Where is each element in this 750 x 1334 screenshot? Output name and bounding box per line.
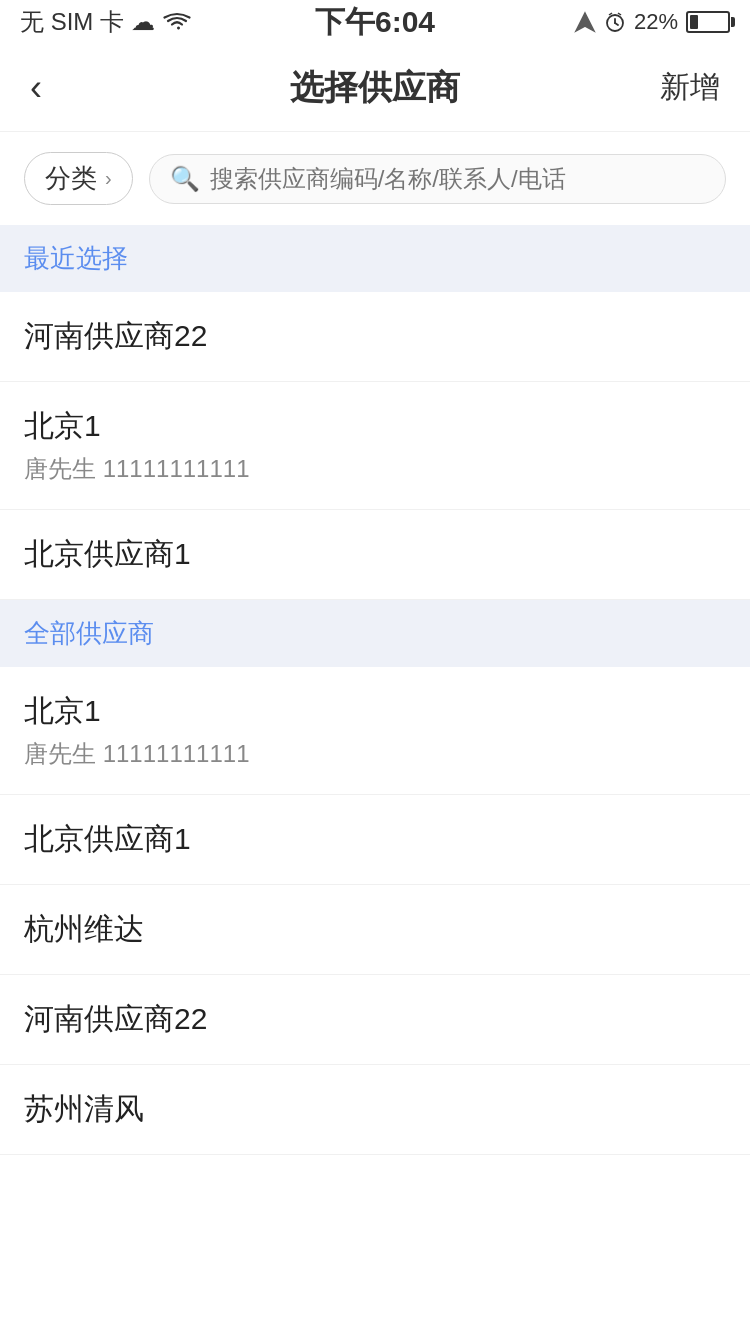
status-right: 22%	[574, 9, 730, 35]
list-item[interactable]: 杭州维达	[0, 885, 750, 975]
status-bar: 无 SIM 卡 ☁ 下午6:04 22%	[0, 0, 750, 44]
item-sub: 唐先生 11111111111	[24, 738, 726, 770]
status-time: 下午6:04	[315, 2, 435, 43]
item-name: 北京供应商1	[24, 819, 726, 860]
list-item[interactable]: 苏州清风	[0, 1065, 750, 1155]
item-name: 北京供应商1	[24, 534, 726, 575]
svg-line-3	[609, 13, 612, 15]
add-button[interactable]: 新增	[660, 67, 720, 108]
item-name: 北京1	[24, 691, 726, 732]
category-label: 分类	[45, 161, 97, 196]
item-name: 杭州维达	[24, 909, 726, 950]
recent-items-list: 河南供应商22 北京1 唐先生 11111111111 北京供应商1	[0, 292, 750, 600]
item-name: 北京1	[24, 406, 726, 447]
list-item[interactable]: 北京1 唐先生 11111111111	[0, 382, 750, 510]
list-item[interactable]: 河南供应商22	[0, 292, 750, 382]
nav-bar: ‹ 选择供应商 新增	[0, 44, 750, 132]
battery-icon	[686, 11, 730, 33]
item-name: 苏州清风	[24, 1089, 726, 1130]
sim-status: 无 SIM 卡 ☁	[20, 6, 155, 38]
recent-section-label: 最近选择	[24, 243, 128, 273]
alarm-icon	[604, 11, 626, 33]
chevron-right-icon: ›	[105, 167, 112, 190]
category-button[interactable]: 分类 ›	[24, 152, 133, 205]
status-left: 无 SIM 卡 ☁	[20, 6, 191, 38]
item-name: 河南供应商22	[24, 999, 726, 1040]
list-item[interactable]: 北京供应商1	[0, 795, 750, 885]
page-title: 选择供应商	[290, 65, 460, 111]
list-item[interactable]: 北京供应商1	[0, 510, 750, 600]
battery-percent: 22%	[634, 9, 678, 35]
list-item[interactable]: 北京1 唐先生 11111111111	[0, 667, 750, 795]
all-section-header: 全部供应商	[0, 600, 750, 667]
list-item[interactable]: 河南供应商22	[0, 975, 750, 1065]
filter-bar: 分类 › 🔍	[0, 132, 750, 225]
back-button[interactable]: ‹	[30, 67, 90, 109]
search-box[interactable]: 🔍	[149, 154, 726, 204]
all-section-label: 全部供应商	[24, 618, 154, 648]
item-sub: 唐先生 11111111111	[24, 453, 726, 485]
svg-line-4	[618, 13, 621, 15]
item-name: 河南供应商22	[24, 316, 726, 357]
svg-line-2	[615, 23, 618, 25]
recent-section-header: 最近选择	[0, 225, 750, 292]
all-items-list: 北京1 唐先生 11111111111 北京供应商1 杭州维达 河南供应商22 …	[0, 667, 750, 1155]
wifi-icon	[163, 12, 191, 32]
search-input[interactable]	[210, 165, 705, 193]
location-icon	[574, 11, 596, 33]
search-icon: 🔍	[170, 165, 200, 193]
